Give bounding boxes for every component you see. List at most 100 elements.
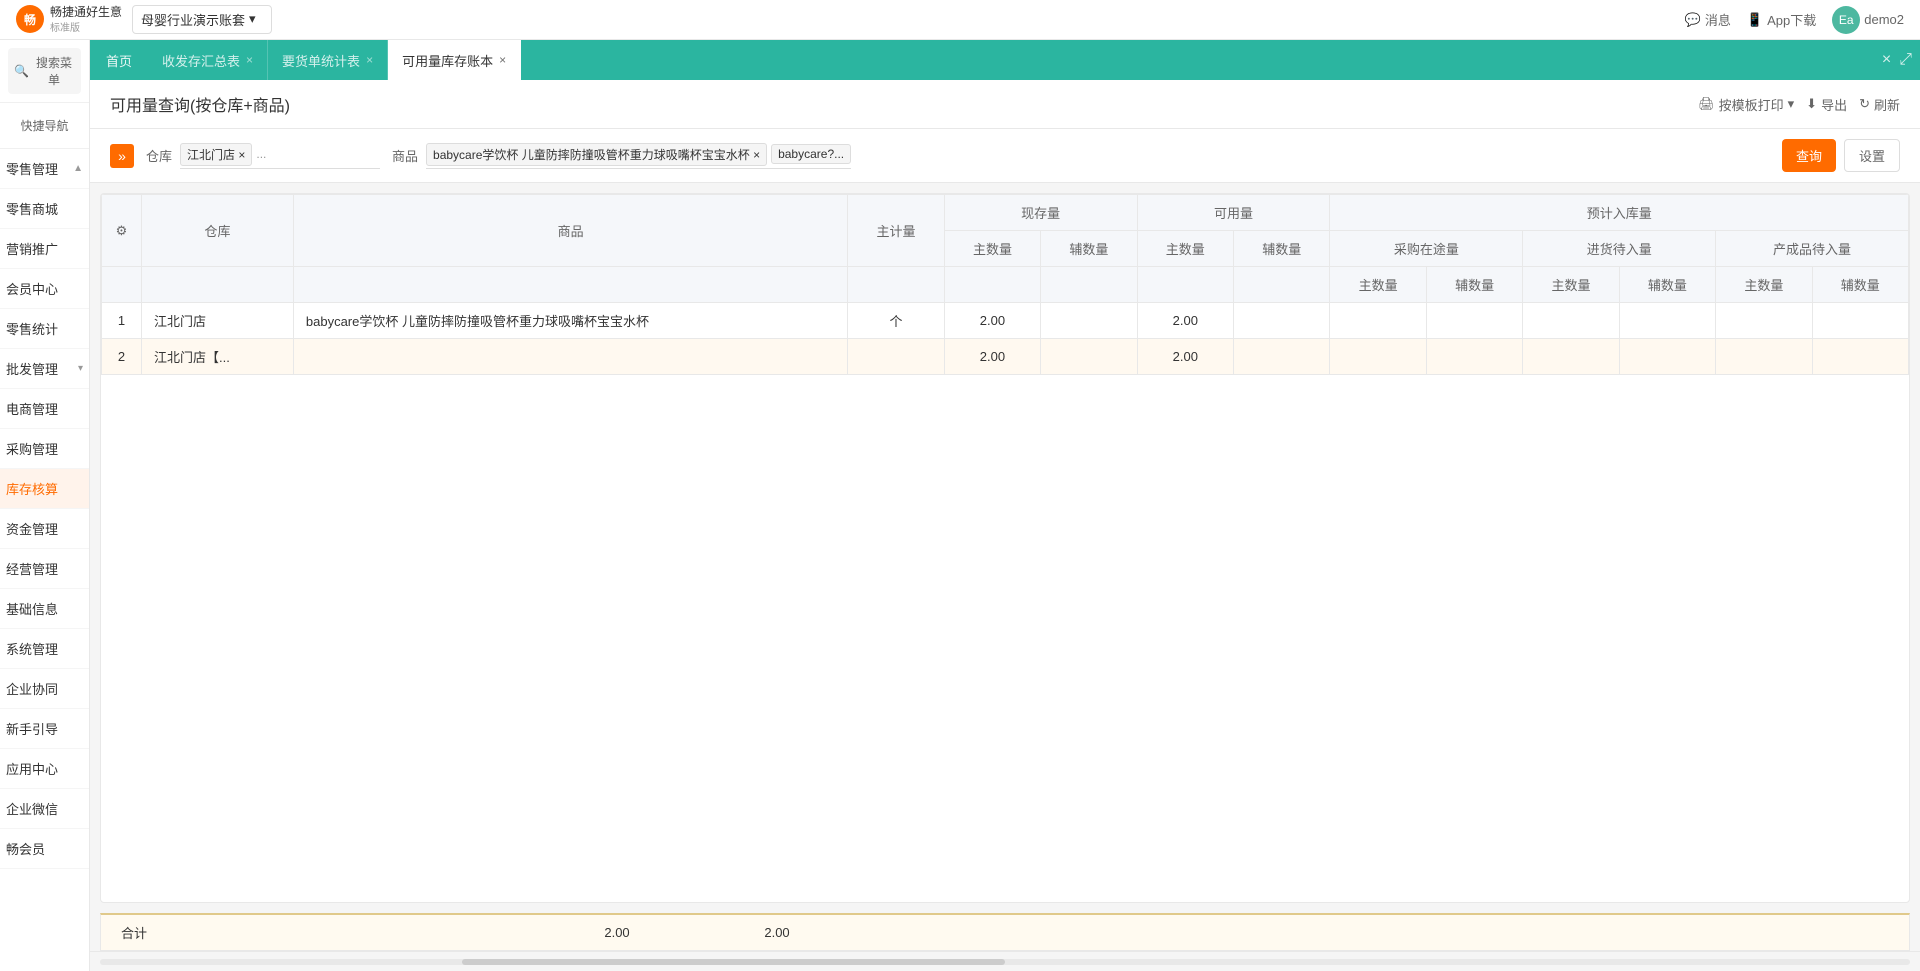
sidebar-item-purchase[interactable]: 采购管理	[0, 429, 89, 469]
print-btn[interactable]: 🖨 按模板打印 ▾	[1698, 95, 1794, 114]
sidebar-item-wechat[interactable]: 企业微信	[0, 789, 89, 829]
footer-available-main: 2.00	[737, 925, 817, 940]
product-tags: babycare学饮杯 儿童防摔防撞吸管杯重力球吸嘴杯宝宝水杯 × babyca…	[426, 143, 851, 169]
app-logo: 畅	[16, 5, 44, 33]
warehouse-label: 仓库	[146, 146, 172, 165]
refresh-icon: ↻	[1859, 96, 1870, 112]
sidebar-item-marketing[interactable]: 营销推广	[0, 229, 89, 269]
col-warehouse: 仓库	[142, 195, 294, 267]
cell-current-aux	[1041, 303, 1137, 339]
col-pur-main: 主数量	[1330, 267, 1426, 303]
filter-area: » 仓库 江北门店 × ... 商品 babycare学饮杯 儿	[90, 129, 1920, 183]
sidebar-item-wholesale-mgmt[interactable]: 批发管理 ▾	[0, 349, 89, 389]
col-incoming-pending: 进货待入量	[1523, 231, 1716, 267]
col-current-aux: 辅数量	[1041, 231, 1137, 267]
col-avail-main-sub	[1137, 267, 1233, 303]
tab-close-icon[interactable]: ×	[499, 53, 506, 67]
quick-nav-btn[interactable]: 快捷导航	[8, 111, 81, 140]
col-purchase-in-transit: 采购在途量	[1330, 231, 1523, 267]
sidebar-item-inventory[interactable]: 库存核算	[0, 469, 89, 509]
sidebar-item-vip[interactable]: 畅会员	[0, 829, 89, 869]
cell-warehouse-2: 江北门店【...	[142, 339, 294, 375]
warehouse-tags: 江北门店 × ...	[180, 143, 380, 169]
sidebar-item-enterprise[interactable]: 企业协同	[0, 669, 89, 709]
filter-expand-btn[interactable]: »	[110, 144, 134, 168]
product-label: 商品	[392, 146, 418, 165]
table-wrapper: ⚙ 仓库 商品 主计量 现存量 可用量 预计入库量 主数量 辅数量	[100, 193, 1910, 903]
warehouse-tag[interactable]: 江北门店 ×	[180, 143, 252, 166]
sidebar-item-basic-info[interactable]: 基础信息	[0, 589, 89, 629]
cell-current-main: 2.00	[944, 303, 1040, 339]
cell-pur-main-2	[1330, 339, 1426, 375]
sidebar-item-retail-mgmt[interactable]: 零售管理 ▲	[0, 149, 89, 189]
scrollbar-track	[100, 959, 1910, 965]
sidebar-item-app-center[interactable]: 应用中心	[0, 749, 89, 789]
product-tag-2[interactable]: babycare?...	[771, 144, 851, 164]
cell-unit: 个	[848, 303, 944, 339]
cell-prod-aux-2	[1812, 339, 1908, 375]
tab-home[interactable]: 首页	[90, 40, 148, 80]
cell-prod-main	[1716, 303, 1812, 339]
footer-spacer2	[517, 925, 577, 940]
tab-receive-summary[interactable]: 收发存汇总表 ×	[148, 40, 268, 80]
cell-product-2	[293, 339, 847, 375]
sidebar-item-member[interactable]: 会员中心	[0, 269, 89, 309]
col-current-main: 主数量	[944, 231, 1040, 267]
tab-close-icon[interactable]: ×	[366, 53, 373, 67]
sidebar: 🔍 搜索菜单 快捷导航 零售管理 ▲ 零售商城 营销推广 会员中心 零售统计 批…	[0, 40, 90, 971]
download-btn[interactable]: 📱 App下载	[1747, 10, 1816, 29]
sidebar-item-guide[interactable]: 新手引导	[0, 709, 89, 749]
col-current-stock: 现存量	[944, 195, 1137, 231]
chevron-down-icon: ▾	[1788, 96, 1795, 112]
top-bar: 畅 畅捷通好生意 标准版 母婴行业演示账套 ▾ 💬 消息 📱 App下载 Ea …	[0, 0, 1920, 40]
table-row: 1 江北门店 babycare学饮杯 儿童防摔防撞吸管杯重力球吸嘴杯宝宝水杯 个…	[102, 303, 1909, 339]
cell-inc-main-2	[1523, 339, 1619, 375]
scrollbar-thumb[interactable]	[462, 959, 1005, 965]
cell-current-aux-2	[1041, 339, 1137, 375]
logo-area: 畅 畅捷通好生意 标准版	[16, 5, 122, 34]
message-btn[interactable]: 💬 消息	[1685, 10, 1731, 29]
col-prod-main: 主数量	[1716, 267, 1812, 303]
print-icon: 🖨	[1698, 96, 1715, 112]
sidebar-item-system[interactable]: 系统管理	[0, 629, 89, 669]
query-btn[interactable]: 查询	[1782, 139, 1836, 172]
footer-current-main: 2.00	[577, 925, 657, 940]
close-window-icon[interactable]: ×	[1882, 51, 1891, 69]
export-icon: ⬇	[1806, 96, 1817, 112]
col-pur-aux: 辅数量	[1426, 267, 1522, 303]
col-settings[interactable]: ⚙	[102, 195, 142, 267]
industry-selector[interactable]: 母婴行业演示账套 ▾	[132, 5, 272, 34]
maximize-icon[interactable]: ⤢	[1899, 51, 1912, 69]
export-btn[interactable]: ⬇ 导出	[1806, 95, 1847, 114]
tab-bar: 首页 收发存汇总表 × 要货单统计表 × 可用量库存账本 × × ⤢	[90, 40, 1920, 80]
col-index	[102, 267, 142, 303]
page-title: 可用量查询(按仓库+商品)	[110, 92, 290, 116]
data-table: ⚙ 仓库 商品 主计量 现存量 可用量 预计入库量 主数量 辅数量	[101, 194, 1909, 375]
sidebar-item-ecommerce[interactable]: 电商管理	[0, 389, 89, 429]
setting-btn[interactable]: 设置	[1844, 139, 1900, 172]
window-controls: × ⤢	[1874, 40, 1920, 80]
user-menu[interactable]: Ea demo2	[1832, 6, 1904, 34]
tab-available-ledger[interactable]: 可用量库存账本 ×	[388, 40, 521, 80]
cell-warehouse: 江北门店	[142, 303, 294, 339]
sidebar-item-retail-stats[interactable]: 零售统计	[0, 309, 89, 349]
warehouse-filter: 仓库 江北门店 × ...	[146, 143, 380, 169]
search-menu-btn[interactable]: 🔍 搜索菜单	[8, 48, 81, 94]
cell-pur-aux-2	[1426, 339, 1522, 375]
cell-available-main: 2.00	[1137, 303, 1233, 339]
col-avail-aux-sub	[1234, 267, 1330, 303]
sidebar-item-operations[interactable]: 经营管理	[0, 549, 89, 589]
footer-current-aux	[657, 925, 737, 940]
horizontal-scrollbar[interactable]	[90, 951, 1920, 971]
sidebar-item-finance[interactable]: 资金管理	[0, 509, 89, 549]
table-footer: 合计 2.00 2.00	[100, 913, 1910, 951]
warehouse-more[interactable]: ...	[256, 147, 266, 161]
tab-order-stats[interactable]: 要货单统计表 ×	[268, 40, 388, 80]
cell-product: babycare学饮杯 儿童防摔防撞吸管杯重力球吸嘴杯宝宝水杯	[293, 303, 847, 339]
col-production-pending: 产成品待入量	[1716, 231, 1909, 267]
refresh-btn[interactable]: ↻ 刷新	[1859, 95, 1900, 114]
product-tag-1[interactable]: babycare学饮杯 儿童防摔防撞吸管杯重力球吸嘴杯宝宝水杯 ×	[426, 143, 767, 166]
tab-close-icon[interactable]: ×	[246, 53, 253, 67]
page-header: 可用量查询(按仓库+商品) 🖨 按模板打印 ▾ ⬇ 导出 ↻ 刷新	[90, 80, 1920, 129]
sidebar-item-retail-mall[interactable]: 零售商城	[0, 189, 89, 229]
